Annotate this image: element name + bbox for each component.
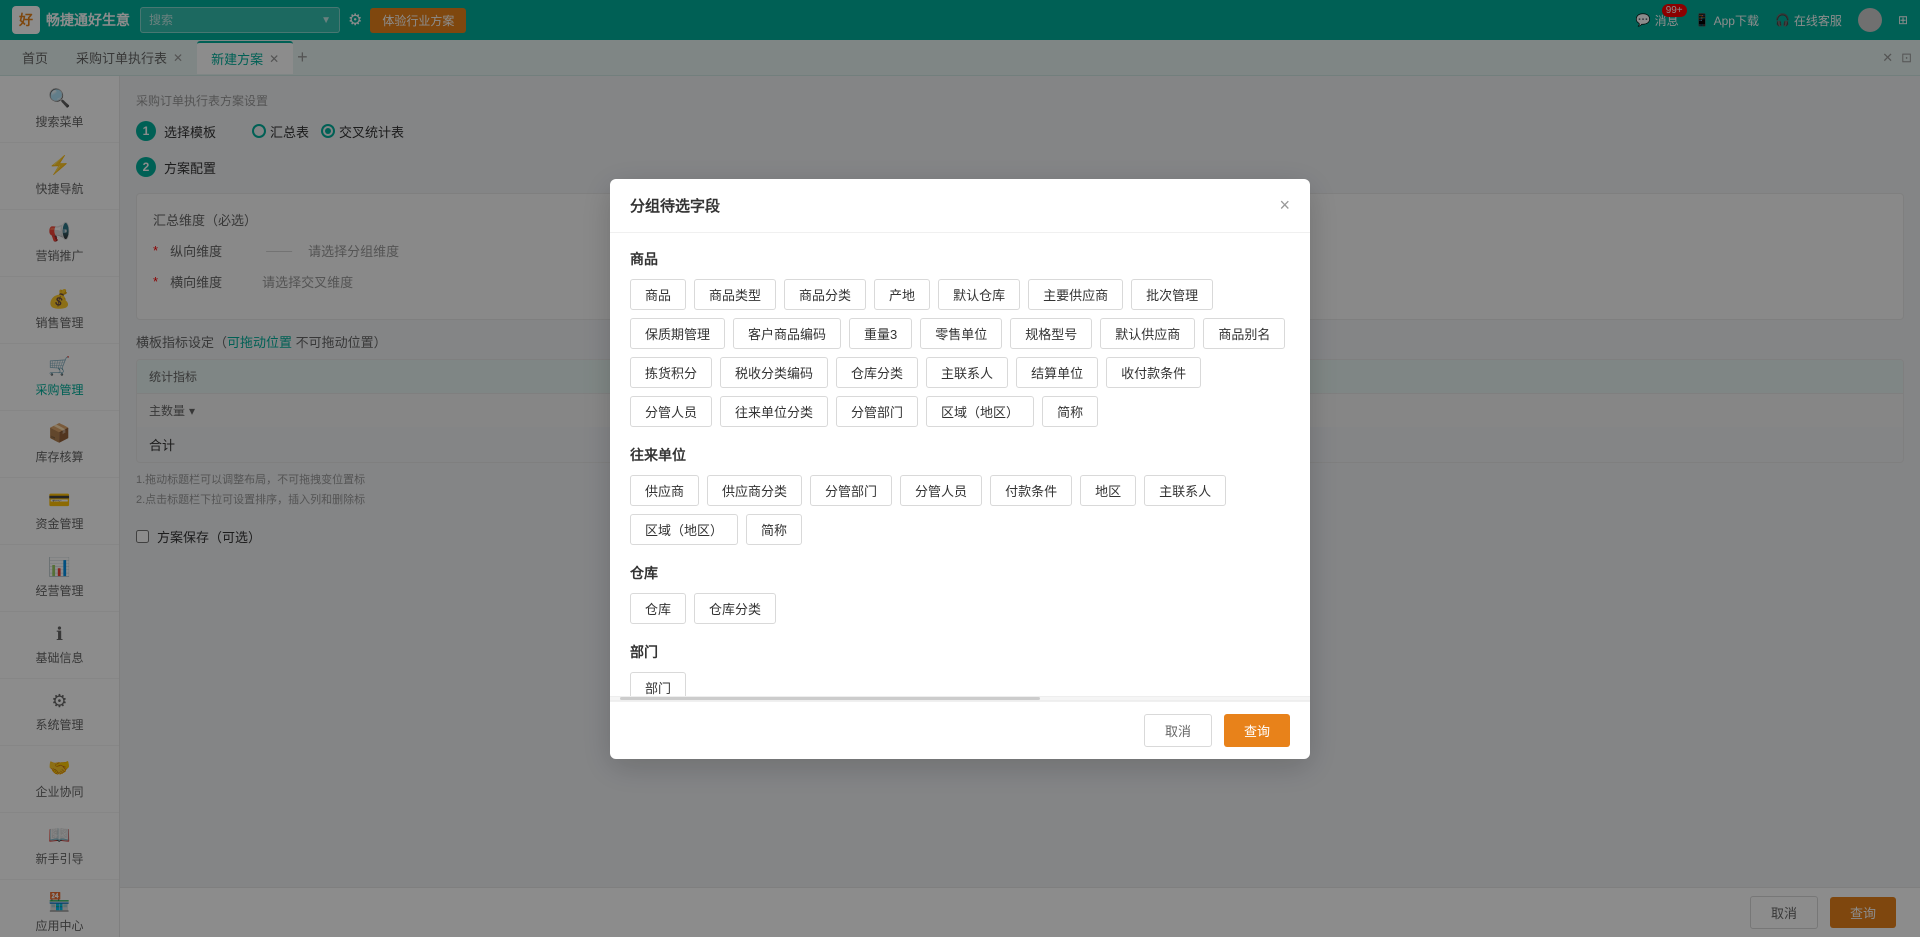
field-tag-0-3[interactable]: 产地 — [874, 279, 930, 310]
modal-overlay: 分组待选字段 × 商品商品商品类型商品分类产地默认仓库主要供应商批次管理保质期管… — [0, 0, 1920, 937]
modal-cancel-button[interactable]: 取消 — [1144, 714, 1212, 747]
field-tag-1-8[interactable]: 简称 — [746, 514, 802, 545]
modal-dialog: 分组待选字段 × 商品商品商品类型商品分类产地默认仓库主要供应商批次管理保质期管… — [610, 179, 1310, 759]
modal-body: 商品商品商品类型商品分类产地默认仓库主要供应商批次管理保质期管理客户商品编码重量… — [610, 233, 1310, 696]
field-tag-0-14[interactable]: 拣货积分 — [630, 357, 712, 388]
field-tag-0-15[interactable]: 税收分类编码 — [720, 357, 828, 388]
field-tag-0-13[interactable]: 商品别名 — [1203, 318, 1285, 349]
field-group-title-3: 部门 — [630, 642, 1290, 662]
field-group-title-2: 仓库 — [630, 563, 1290, 583]
field-tag-0-1[interactable]: 商品类型 — [694, 279, 776, 310]
modal-title: 分组待选字段 — [630, 195, 720, 216]
horizontal-scrollbar[interactable] — [620, 697, 1040, 700]
field-tag-0-9[interactable]: 重量3 — [849, 318, 912, 349]
field-group-1: 往来单位供应商供应商分类分管部门分管人员付款条件地区主联系人区域（地区） 简称 — [630, 445, 1290, 545]
field-tag-0-24[interactable]: 简称 — [1042, 396, 1098, 427]
field-tag-0-23[interactable]: 区域（地区） — [926, 396, 1034, 427]
field-group-3: 部门部门 — [630, 642, 1290, 696]
field-tags-0: 商品商品类型商品分类产地默认仓库主要供应商批次管理保质期管理客户商品编码重量3 零… — [630, 279, 1290, 427]
field-tag-2-1[interactable]: 仓库分类 — [694, 593, 776, 624]
field-tag-0-10[interactable]: 零售单位 — [920, 318, 1002, 349]
field-tag-0-20[interactable]: 分管人员 — [630, 396, 712, 427]
modal-header: 分组待选字段 × — [610, 179, 1310, 233]
field-tag-1-1[interactable]: 供应商分类 — [707, 475, 802, 506]
modal-confirm-button[interactable]: 查询 — [1224, 714, 1290, 747]
field-tag-1-7[interactable]: 区域（地区） — [630, 514, 738, 545]
field-group-title-1: 往来单位 — [630, 445, 1290, 465]
field-tag-0-16[interactable]: 仓库分类 — [836, 357, 918, 388]
field-tag-2-0[interactable]: 仓库 — [630, 593, 686, 624]
field-group-title-0: 商品 — [630, 249, 1290, 269]
field-tag-1-4[interactable]: 付款条件 — [990, 475, 1072, 506]
field-tag-0-11[interactable]: 规格型号 — [1010, 318, 1092, 349]
field-tag-0-6[interactable]: 批次管理 — [1131, 279, 1213, 310]
field-tag-0-0[interactable]: 商品 — [630, 279, 686, 310]
field-tag-0-2[interactable]: 商品分类 — [784, 279, 866, 310]
field-tag-0-18[interactable]: 结算单位 — [1016, 357, 1098, 388]
modal-close-icon[interactable]: × — [1279, 195, 1290, 216]
field-group-2: 仓库仓库仓库分类 — [630, 563, 1290, 624]
field-tag-0-5[interactable]: 主要供应商 — [1028, 279, 1123, 310]
field-tags-1: 供应商供应商分类分管部门分管人员付款条件地区主联系人区域（地区） 简称 — [630, 475, 1290, 545]
field-tag-0-8[interactable]: 客户商品编码 — [733, 318, 841, 349]
field-tag-0-17[interactable]: 主联系人 — [926, 357, 1008, 388]
field-tag-0-19[interactable]: 收付款条件 — [1106, 357, 1201, 388]
field-tag-1-3[interactable]: 分管人员 — [900, 475, 982, 506]
field-tag-1-5[interactable]: 地区 — [1080, 475, 1136, 506]
modal-footer: 取消 查询 — [610, 701, 1310, 759]
field-tag-0-12[interactable]: 默认供应商 — [1100, 318, 1195, 349]
field-tag-0-22[interactable]: 分管部门 — [836, 396, 918, 427]
field-tags-3: 部门 — [630, 672, 1290, 696]
field-tag-0-7[interactable]: 保质期管理 — [630, 318, 725, 349]
field-tags-2: 仓库仓库分类 — [630, 593, 1290, 624]
field-tag-1-6[interactable]: 主联系人 — [1144, 475, 1226, 506]
field-tag-0-21[interactable]: 往来单位分类 — [720, 396, 828, 427]
field-tag-0-4[interactable]: 默认仓库 — [938, 279, 1020, 310]
field-tag-1-0[interactable]: 供应商 — [630, 475, 699, 506]
field-tag-3-0[interactable]: 部门 — [630, 672, 686, 696]
field-group-0: 商品商品商品类型商品分类产地默认仓库主要供应商批次管理保质期管理客户商品编码重量… — [630, 249, 1290, 427]
field-tag-1-2[interactable]: 分管部门 — [810, 475, 892, 506]
